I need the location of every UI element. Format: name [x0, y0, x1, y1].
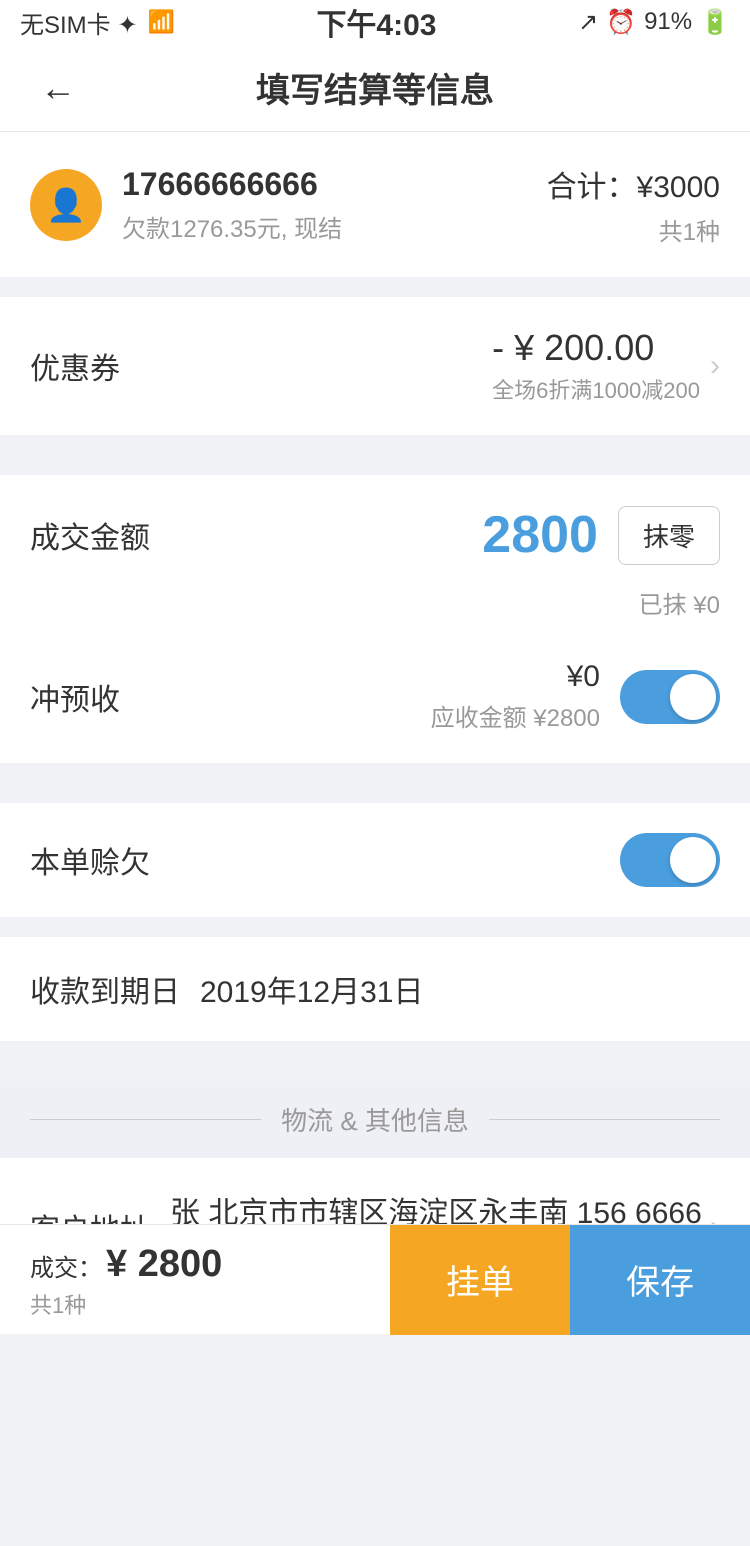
- total-amount: 合计：¥3000: [547, 162, 720, 206]
- status-bar: 无SIM卡 ✦ 📶 下午4:03 ↗ ⏰ 91% 🔋: [0, 0, 750, 44]
- due-date-section: 收款到期日 2019年12月31日: [0, 937, 750, 1041]
- time-display: 下午4:03: [316, 0, 436, 44]
- chevron-right-icon: ›: [710, 349, 720, 383]
- customer-left: 👤 17666666666 欠款1276.35元, 现结: [30, 166, 342, 244]
- status-left: 无SIM卡 ✦ 📶: [20, 5, 175, 40]
- prepay-row: 冲预收 ¥0 应收金额 ¥2800: [30, 650, 720, 733]
- prepay-amount-group: ¥0 应收金额 ¥2800: [431, 660, 600, 733]
- coupon-amount-group: - ¥ 200.00 全场6折满1000减200: [492, 327, 700, 405]
- round-button[interactable]: 抹零: [618, 506, 720, 565]
- coupon-amount: - ¥ 200.00: [492, 327, 700, 369]
- logistics-divider: 物流 & 其他信息: [0, 1081, 750, 1158]
- bottom-summary: 成交： ¥ 2800 共1种: [0, 1239, 390, 1320]
- deal-sub: 已抹 ¥0: [639, 592, 720, 619]
- debt-toggle[interactable]: [620, 833, 720, 887]
- bottom-deal-label: 成交：: [30, 1248, 102, 1283]
- page-title: 填写结算等信息: [256, 63, 494, 112]
- avatar: 👤: [30, 169, 102, 241]
- customer-right: 合计：¥3000 共1种: [547, 162, 720, 247]
- deal-label: 成交金额: [30, 513, 150, 557]
- total-count: 共1种: [547, 212, 720, 247]
- bottom-placeholder: [0, 1436, 750, 1546]
- customer-phone: 17666666666: [122, 166, 342, 203]
- coupon-section[interactable]: 优惠券 - ¥ 200.00 全场6折满1000减200 ›: [0, 297, 750, 435]
- divider-line-left: [30, 1119, 261, 1120]
- gray-spacer: [0, 1316, 750, 1436]
- battery-icon: 🔋: [700, 8, 730, 37]
- coupon-desc: 全场6折满1000减200: [492, 373, 700, 405]
- toggle-knob: [670, 674, 716, 720]
- bottom-count: 共1种: [30, 1288, 360, 1320]
- logistics-label: 物流 & 其他信息: [281, 1101, 469, 1138]
- location-icon: ↗: [578, 8, 598, 37]
- coupon-label: 优惠券: [30, 344, 120, 388]
- debt-label: 本单赊欠: [30, 838, 150, 882]
- save-button[interactable]: 保存: [570, 1225, 750, 1335]
- debt-section: 本单赊欠: [0, 803, 750, 917]
- prepay-sub: 应收金额 ¥2800: [431, 698, 600, 733]
- customer-details: 17666666666 欠款1276.35元, 现结: [122, 166, 342, 244]
- gap1: [0, 455, 750, 475]
- bottom-deal-amount: ¥ 2800: [106, 1243, 222, 1286]
- prepay-toggle[interactable]: [620, 670, 720, 724]
- hang-order-button[interactable]: 挂单: [390, 1225, 570, 1335]
- deal-right: 2800 抹零: [482, 505, 720, 565]
- deal-amount: 2800: [482, 505, 598, 565]
- prepay-right: ¥0 应收金额 ¥2800: [431, 660, 720, 733]
- customer-info-section: 👤 17666666666 欠款1276.35元, 现结 合计：¥3000 共1…: [0, 132, 750, 277]
- gap3: [0, 1061, 750, 1081]
- avatar-icon: 👤: [46, 186, 86, 224]
- prepay-amount: ¥0: [431, 660, 600, 694]
- back-button[interactable]: ←: [30, 57, 86, 119]
- bottom-bar: 成交： ¥ 2800 共1种 挂单 保存: [0, 1224, 750, 1334]
- prepay-label: 冲预收: [30, 675, 120, 719]
- divider-line-right: [489, 1119, 720, 1120]
- due-date-label: 收款到期日: [30, 967, 180, 1011]
- status-right: ↗ ⏰ 91% 🔋: [578, 8, 730, 37]
- deal-section: 成交金额 2800 抹零 已抹 ¥0 冲预收 ¥0 应收金额 ¥2800: [0, 475, 750, 763]
- due-date-value: 2019年12月31日: [200, 967, 423, 1011]
- alarm-icon: ⏰: [606, 8, 636, 37]
- battery-percent: 91%: [644, 8, 692, 36]
- sim-label: 无SIM卡 ✦: [20, 5, 137, 40]
- customer-sub: 欠款1276.35元, 现结: [122, 209, 342, 244]
- coupon-right: - ¥ 200.00 全场6折满1000减200 ›: [492, 327, 720, 405]
- wifi-icon: 📶: [147, 9, 174, 35]
- gap2: [0, 783, 750, 803]
- debt-toggle-knob: [670, 837, 716, 883]
- deal-row: 成交金额 2800 抹零: [30, 505, 720, 565]
- nav-bar: ← 填写结算等信息: [0, 44, 750, 132]
